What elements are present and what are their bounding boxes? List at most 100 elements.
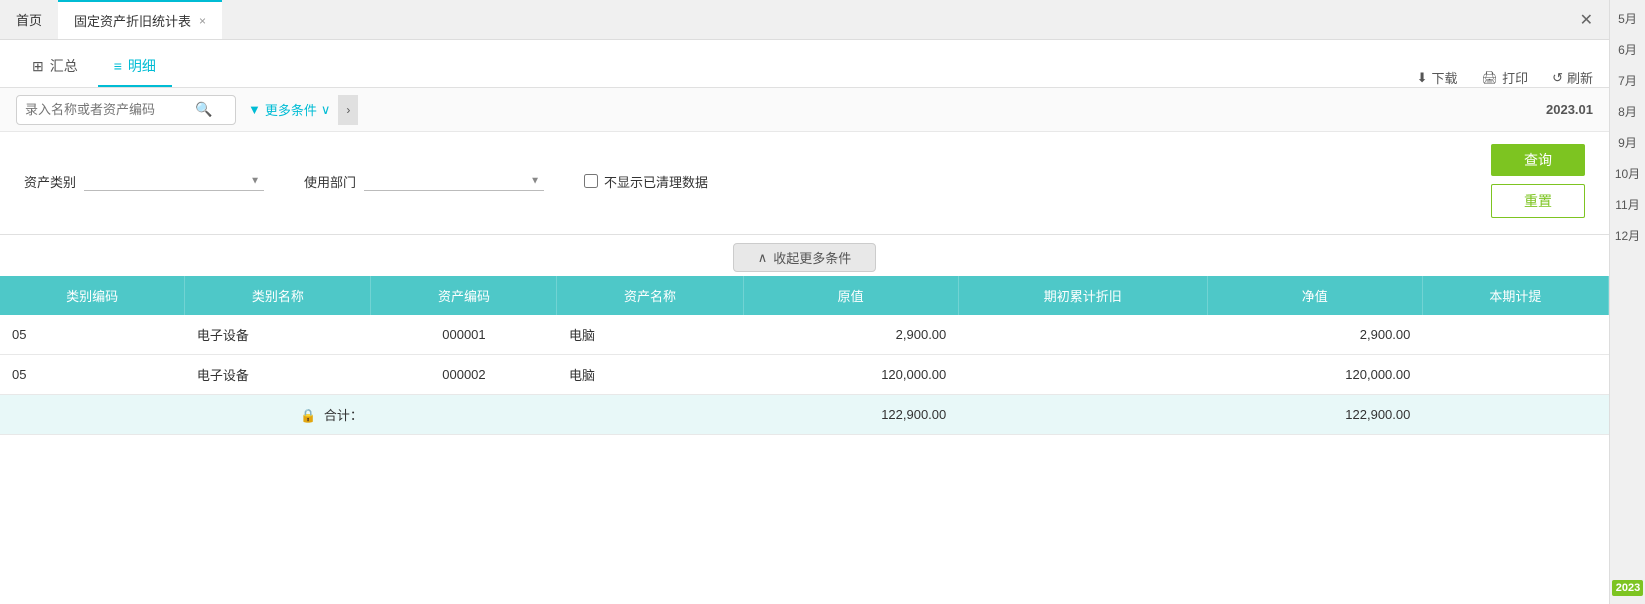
download-label: 下载 <box>1432 68 1458 87</box>
total-label: 🔒 合计： <box>0 395 371 435</box>
tab-home[interactable]: 首页 <box>0 0 58 39</box>
sidebar-month[interactable]: 6月 <box>1610 35 1645 64</box>
refresh-button[interactable]: ↺ 刷新 <box>1552 68 1593 87</box>
cell-category-name: 电子设备 <box>185 315 371 355</box>
more-conditions-button[interactable]: ▼ 更多条件 ∨ <box>248 100 330 119</box>
year-badge: 2023 <box>1612 580 1644 596</box>
col-category-name: 类别名称 <box>185 276 371 315</box>
asset-category-select[interactable] <box>84 171 264 191</box>
total-asset-code <box>371 395 557 435</box>
tab-active-label: 固定资产折旧统计表 <box>74 11 191 30</box>
collapse-arrow-icon: ∧ <box>758 250 768 266</box>
total-asset-name <box>557 395 743 435</box>
sidebar-month[interactable]: 7月 <box>1610 66 1645 95</box>
detail-label: 明细 <box>128 56 156 76</box>
query-button[interactable]: 查询 <box>1491 144 1585 176</box>
department-select[interactable] <box>364 171 544 191</box>
no-cleared-label: 不显示已清理数据 <box>604 172 708 191</box>
total-row: 🔒 合计： 122,900.00 122,900.00 <box>0 395 1609 435</box>
cell-original-value: 120,000.00 <box>743 355 958 395</box>
search-input-wrap: 🔍 <box>16 95 236 125</box>
print-label: 打印 <box>1502 68 1528 87</box>
total-current-depreciation <box>1422 395 1608 435</box>
sidebar-month[interactable]: 10月 <box>1610 159 1645 188</box>
cell-asset-name: 电脑 <box>557 315 743 355</box>
sidebar-month[interactable]: 9月 <box>1610 128 1645 157</box>
cell-category-name: 电子设备 <box>185 355 371 395</box>
download-icon: ⬇ <box>1417 70 1428 86</box>
table-wrap: 类别编码 类别名称 资产编码 资产名称 原值 期初累计折旧 净值 本期计提 05… <box>0 276 1609 604</box>
sidebar-month[interactable]: 12月 <box>1610 221 1645 250</box>
filter-row: 资产类别 使用部门 不显示已清理数据 <box>24 144 1585 218</box>
collapse-button[interactable]: ∧ 收起更多条件 <box>733 243 877 272</box>
advanced-filters: 资产类别 使用部门 不显示已清理数据 <box>0 132 1609 235</box>
total-icon: 🔒 <box>300 408 316 423</box>
cell-asset-name: 电脑 <box>557 355 743 395</box>
search-input[interactable] <box>25 102 195 117</box>
asset-category-label: 资产类别 <box>24 172 76 191</box>
table-header: 类别编码 类别名称 资产编码 资产名称 原值 期初累计折旧 净值 本期计提 <box>0 276 1609 315</box>
col-accumulated-depreciation: 期初累计折旧 <box>958 276 1207 315</box>
date-display: 2023.01 <box>1546 102 1593 117</box>
more-conditions-label: 更多条件 <box>265 100 317 119</box>
total-original-value: 122,900.00 <box>743 395 958 435</box>
sub-tab-actions: ⬇ 下载 🖨 打印 ↺ 刷新 <box>1417 68 1593 87</box>
cell-net-value: 120,000.00 <box>1207 355 1422 395</box>
col-category-code: 类别编码 <box>0 276 185 315</box>
date-arrow-button[interactable]: › <box>338 95 358 125</box>
department-label: 使用部门 <box>304 172 356 191</box>
sidebar-month[interactable]: 5月 <box>1610 4 1645 33</box>
cell-accumulated-depreciation <box>958 315 1207 355</box>
cell-current-depreciation <box>1422 355 1608 395</box>
collapse-bar: ∧ 收起更多条件 <box>0 235 1609 276</box>
col-original-value: 原值 <box>743 276 958 315</box>
cell-category-code: 05 <box>0 315 185 355</box>
reset-button[interactable]: 重置 <box>1491 184 1585 218</box>
tab-close-icon[interactable]: × <box>199 14 206 28</box>
tab-bar: 首页 固定资产折旧统计表 × ✕ <box>0 0 1609 40</box>
filter-icon: ▼ <box>248 102 261 117</box>
tab-home-label: 首页 <box>16 10 42 29</box>
detail-icon: ≡ <box>114 58 122 74</box>
download-button[interactable]: ⬇ 下载 <box>1417 68 1458 87</box>
refresh-icon: ↺ <box>1552 70 1563 86</box>
col-asset-name: 资产名称 <box>557 276 743 315</box>
window-close-button[interactable]: ✕ <box>1580 10 1593 30</box>
sidebar-month[interactable]: 11月 <box>1610 190 1645 219</box>
tab-summary[interactable]: ⊞ 汇总 <box>16 47 94 87</box>
cell-current-depreciation <box>1422 315 1608 355</box>
cell-asset-code: 000001 <box>371 315 557 355</box>
search-icon: 🔍 <box>195 101 212 118</box>
sub-tab-bar: ⊞ 汇总 ≡ 明细 ⬇ 下载 🖨 打印 ↺ 刷新 <box>0 40 1609 88</box>
print-button[interactable]: 🖨 打印 <box>1482 68 1529 87</box>
table-body: 05 电子设备 000001 电脑 2,900.00 2,900.00 05 电… <box>0 315 1609 435</box>
cell-accumulated-depreciation <box>958 355 1207 395</box>
sidebar-month[interactable]: 8月 <box>1610 97 1645 126</box>
department-select-wrap <box>364 171 544 191</box>
summary-label: 汇总 <box>50 56 78 76</box>
chevron-down-icon: ∨ <box>321 102 331 118</box>
no-cleared-field: 不显示已清理数据 <box>584 172 708 191</box>
filter-buttons: 查询 重置 <box>1491 144 1585 218</box>
no-cleared-checkbox[interactable] <box>584 174 598 188</box>
filter-bar: 🔍 ▼ 更多条件 ∨ › 2023.01 <box>0 88 1609 132</box>
tab-detail[interactable]: ≡ 明细 <box>98 47 172 87</box>
total-accumulated-depreciation <box>958 395 1207 435</box>
cell-original-value: 2,900.00 <box>743 315 958 355</box>
table-row: 05 电子设备 000002 电脑 120,000.00 120,000.00 <box>0 355 1609 395</box>
table-row: 05 电子设备 000001 电脑 2,900.00 2,900.00 <box>0 315 1609 355</box>
col-current-depreciation: 本期计提 <box>1422 276 1608 315</box>
summary-icon: ⊞ <box>32 58 44 75</box>
right-sidebar: 5月6月7月8月9月10月11月12月 2023 <box>1609 0 1645 604</box>
col-net-value: 净值 <box>1207 276 1422 315</box>
print-icon: 🖨 <box>1482 70 1499 86</box>
col-asset-code: 资产编码 <box>371 276 557 315</box>
collapse-label: 收起更多条件 <box>773 248 851 267</box>
tab-active[interactable]: 固定资产折旧统计表 × <box>58 0 222 39</box>
total-net-value: 122,900.00 <box>1207 395 1422 435</box>
data-table: 类别编码 类别名称 资产编码 资产名称 原值 期初累计折旧 净值 本期计提 05… <box>0 276 1609 435</box>
department-field: 使用部门 <box>304 171 544 191</box>
asset-category-field: 资产类别 <box>24 171 264 191</box>
cell-asset-code: 000002 <box>371 355 557 395</box>
refresh-label: 刷新 <box>1567 68 1593 87</box>
